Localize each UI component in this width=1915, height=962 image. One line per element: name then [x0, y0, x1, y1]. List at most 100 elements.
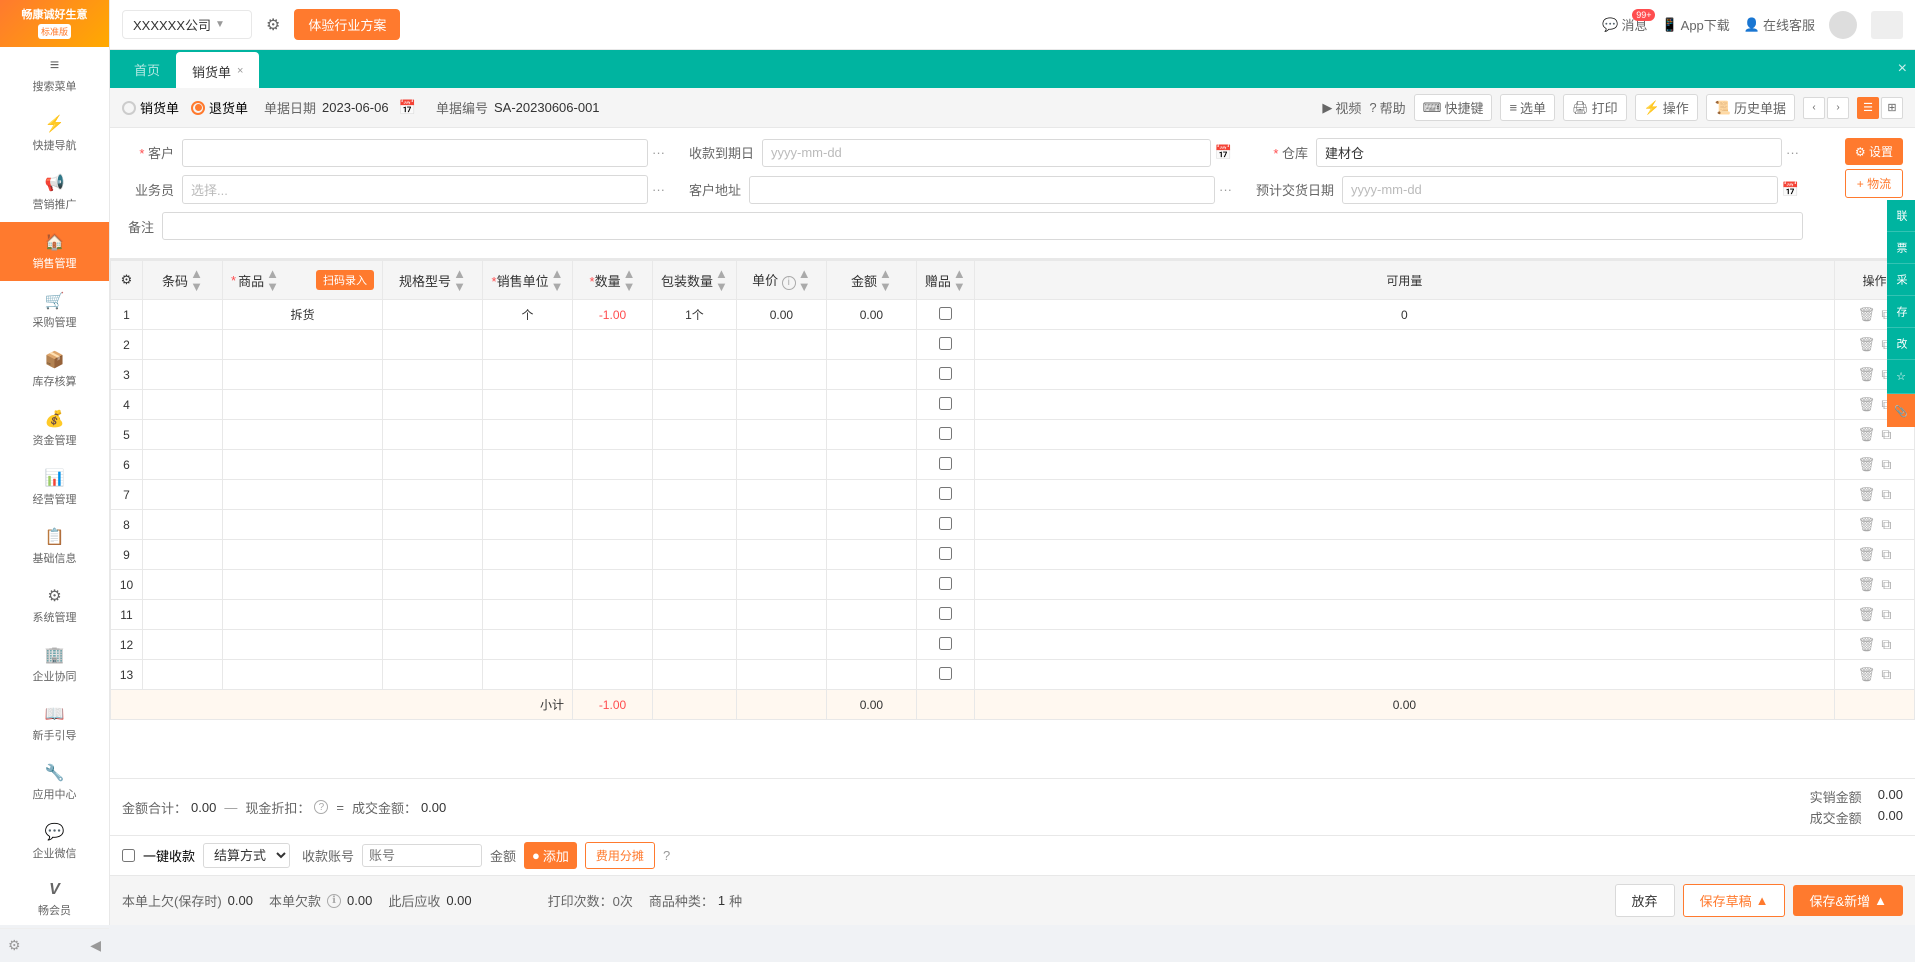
save-draft-button[interactable]: 保存草稿 ▲ — [1683, 884, 1786, 917]
customer-input[interactable] — [182, 139, 648, 167]
row-unit[interactable]: 个 — [483, 300, 573, 330]
row-delete-icon[interactable]: 🗑 — [1858, 366, 1876, 383]
user-avatar[interactable] — [1829, 11, 1857, 39]
float-btn-link[interactable]: 联 — [1887, 200, 1915, 232]
row-gift[interactable] — [916, 300, 974, 330]
row-pkg-qty[interactable]: 1个 — [653, 300, 737, 330]
unit-price-info-icon[interactable]: i — [782, 276, 796, 290]
row-copy-icon[interactable]: ⧉ — [1881, 516, 1891, 533]
float-btn-purchase[interactable]: 采 — [1887, 264, 1915, 296]
sidebar-item-marketing[interactable]: 📢 营销推广 — [0, 163, 109, 222]
view-grid-btn[interactable]: ⊞ — [1881, 97, 1903, 119]
settings-button[interactable]: ⚙ 设置 — [1845, 138, 1903, 165]
payment-help-icon[interactable]: ? — [663, 848, 670, 863]
gift-checkbox[interactable] — [939, 307, 952, 320]
tab-sales-order[interactable]: 销货单 × — [176, 52, 259, 90]
scan-button[interactable]: 扫码录入 — [316, 270, 374, 290]
row-delete-icon[interactable]: 🗑 — [1858, 426, 1876, 443]
print-btn[interactable]: 🖨 打印 — [1563, 94, 1627, 121]
topbar-settings-icon[interactable]: ⚙ — [262, 11, 284, 39]
sidebar-item-purchase[interactable]: 🛒 采购管理 — [0, 281, 109, 340]
radio-return-order[interactable]: 退货单 — [191, 98, 248, 117]
gift-checkbox[interactable] — [939, 457, 952, 470]
row-delete-icon[interactable]: 🗑 — [1858, 456, 1876, 473]
sidebar-item-wechat[interactable]: 💬 企业微信 — [0, 812, 109, 871]
gift-checkbox[interactable] — [939, 517, 952, 530]
sidebar-item-appstore[interactable]: 🔧 应用中心 — [0, 753, 109, 812]
row-spec[interactable] — [383, 300, 483, 330]
gift-checkbox[interactable] — [939, 337, 952, 350]
row-copy-icon[interactable]: ⧉ — [1881, 666, 1891, 683]
notes-input[interactable] — [162, 212, 1803, 240]
payment-due-calendar-icon[interactable]: 📅 — [1211, 144, 1236, 161]
order-date-value[interactable]: 2023-06-06 — [322, 100, 389, 115]
row-delete-icon[interactable]: 🗑 — [1858, 516, 1876, 533]
abandon-button[interactable]: 放弃 — [1615, 884, 1675, 917]
row-delete-icon[interactable]: 🗑 — [1858, 306, 1876, 323]
history-btn[interactable]: 📜 历史单据 — [1706, 94, 1795, 121]
row-delete-icon[interactable]: 🗑 — [1858, 606, 1876, 623]
float-btn-star[interactable]: ☆ — [1887, 360, 1915, 394]
total-owed-info-icon[interactable]: ℹ — [327, 894, 341, 908]
warehouse-more-icon[interactable]: ··· — [1782, 145, 1803, 160]
row-copy-icon[interactable]: ⧉ — [1881, 636, 1891, 653]
one-click-payment-checkbox[interactable] — [122, 849, 135, 862]
row-copy-icon[interactable]: ⧉ — [1881, 426, 1891, 443]
row-barcode[interactable] — [143, 300, 223, 330]
shortcut-btn[interactable]: ⌨ 快捷键 — [1414, 94, 1493, 121]
expected-delivery-input[interactable]: yyyy-mm-dd — [1342, 176, 1778, 204]
tab-home[interactable]: 首页 — [118, 50, 176, 88]
row-product[interactable]: 拆货 — [223, 300, 383, 330]
tabbar-close-all-icon[interactable]: × — [1898, 60, 1907, 78]
gift-checkbox[interactable] — [939, 607, 952, 620]
gift-checkbox[interactable] — [939, 547, 952, 560]
salesperson-input[interactable]: 选择... — [182, 175, 648, 204]
date-calendar-icon[interactable]: 📅 — [395, 99, 420, 116]
radio-sales-order[interactable]: 销货单 — [122, 98, 179, 117]
row-copy-icon[interactable]: ⧉ — [1881, 606, 1891, 623]
topbar-app-download[interactable]: 📱 App下载 — [1661, 15, 1729, 34]
row-amount[interactable]: 0.00 — [826, 300, 916, 330]
float-btn-attach[interactable]: 📎 — [1887, 394, 1915, 427]
sidebar-item-system[interactable]: ⚙ 系统管理 — [0, 576, 109, 635]
account-input[interactable] — [362, 844, 482, 867]
sidebar-item-enterprise[interactable]: 🏢 企业协同 — [0, 635, 109, 694]
row-qty[interactable]: -1.00 — [573, 300, 653, 330]
sidebar-collapse-btn[interactable]: ◀ — [90, 937, 101, 954]
salesperson-more-icon[interactable]: ··· — [648, 182, 669, 197]
row-copy-icon[interactable]: ⧉ — [1881, 486, 1891, 503]
row-delete-icon[interactable]: 🗑 — [1858, 486, 1876, 503]
save-new-button[interactable]: 保存&新增 ▲ — [1793, 885, 1903, 916]
gift-checkbox[interactable] — [939, 427, 952, 440]
view-list-btn[interactable]: ☰ — [1857, 97, 1879, 119]
operate-btn[interactable]: ⚡ 操作 — [1635, 94, 1698, 121]
sidebar-item-guide[interactable]: 📖 新手引导 — [0, 694, 109, 753]
nav-prev-btn[interactable]: ‹ — [1803, 97, 1825, 119]
nav-next-btn[interactable]: › — [1827, 97, 1849, 119]
row-copy-icon[interactable]: ⧉ — [1881, 576, 1891, 593]
float-btn-modify[interactable]: 改 — [1887, 328, 1915, 360]
sidebar-item-basic[interactable]: 📋 基础信息 — [0, 517, 109, 576]
sidebar-settings-btn[interactable]: ⚙ — [8, 937, 21, 954]
row-copy-icon[interactable]: ⧉ — [1881, 456, 1891, 473]
trial-button[interactable]: 体验行业方案 — [294, 9, 400, 40]
customer-address-more-icon[interactable]: ··· — [1215, 182, 1236, 197]
payment-due-input[interactable]: yyyy-mm-dd — [762, 139, 1211, 167]
sidebar-item-quick-nav[interactable]: ⚡ 快捷导航 — [0, 104, 109, 163]
add-payment-button[interactable]: ● 添加 — [524, 842, 577, 869]
warehouse-input[interactable]: 建材仓 — [1316, 138, 1782, 167]
sidebar-item-sales[interactable]: 🏠 销售管理 — [0, 222, 109, 281]
th-gear[interactable]: ⚙ — [111, 261, 143, 300]
sidebar-item-search[interactable]: ≡ 搜索菜单 — [0, 47, 109, 104]
gift-checkbox[interactable] — [939, 667, 952, 680]
user-menu[interactable] — [1871, 11, 1903, 39]
expense-split-button[interactable]: 费用分摊 — [585, 842, 655, 869]
float-btn-ticket[interactable]: 票 — [1887, 232, 1915, 264]
row-copy-icon[interactable]: ⧉ — [1881, 546, 1891, 563]
sidebar-item-member[interactable]: V 畅会员 — [0, 871, 109, 928]
row-delete-icon[interactable]: 🗑 — [1858, 666, 1876, 683]
gift-checkbox[interactable] — [939, 577, 952, 590]
customer-address-input[interactable] — [749, 176, 1215, 204]
gift-checkbox[interactable] — [939, 397, 952, 410]
sidebar-item-inventory[interactable]: 📦 库存核算 — [0, 340, 109, 399]
